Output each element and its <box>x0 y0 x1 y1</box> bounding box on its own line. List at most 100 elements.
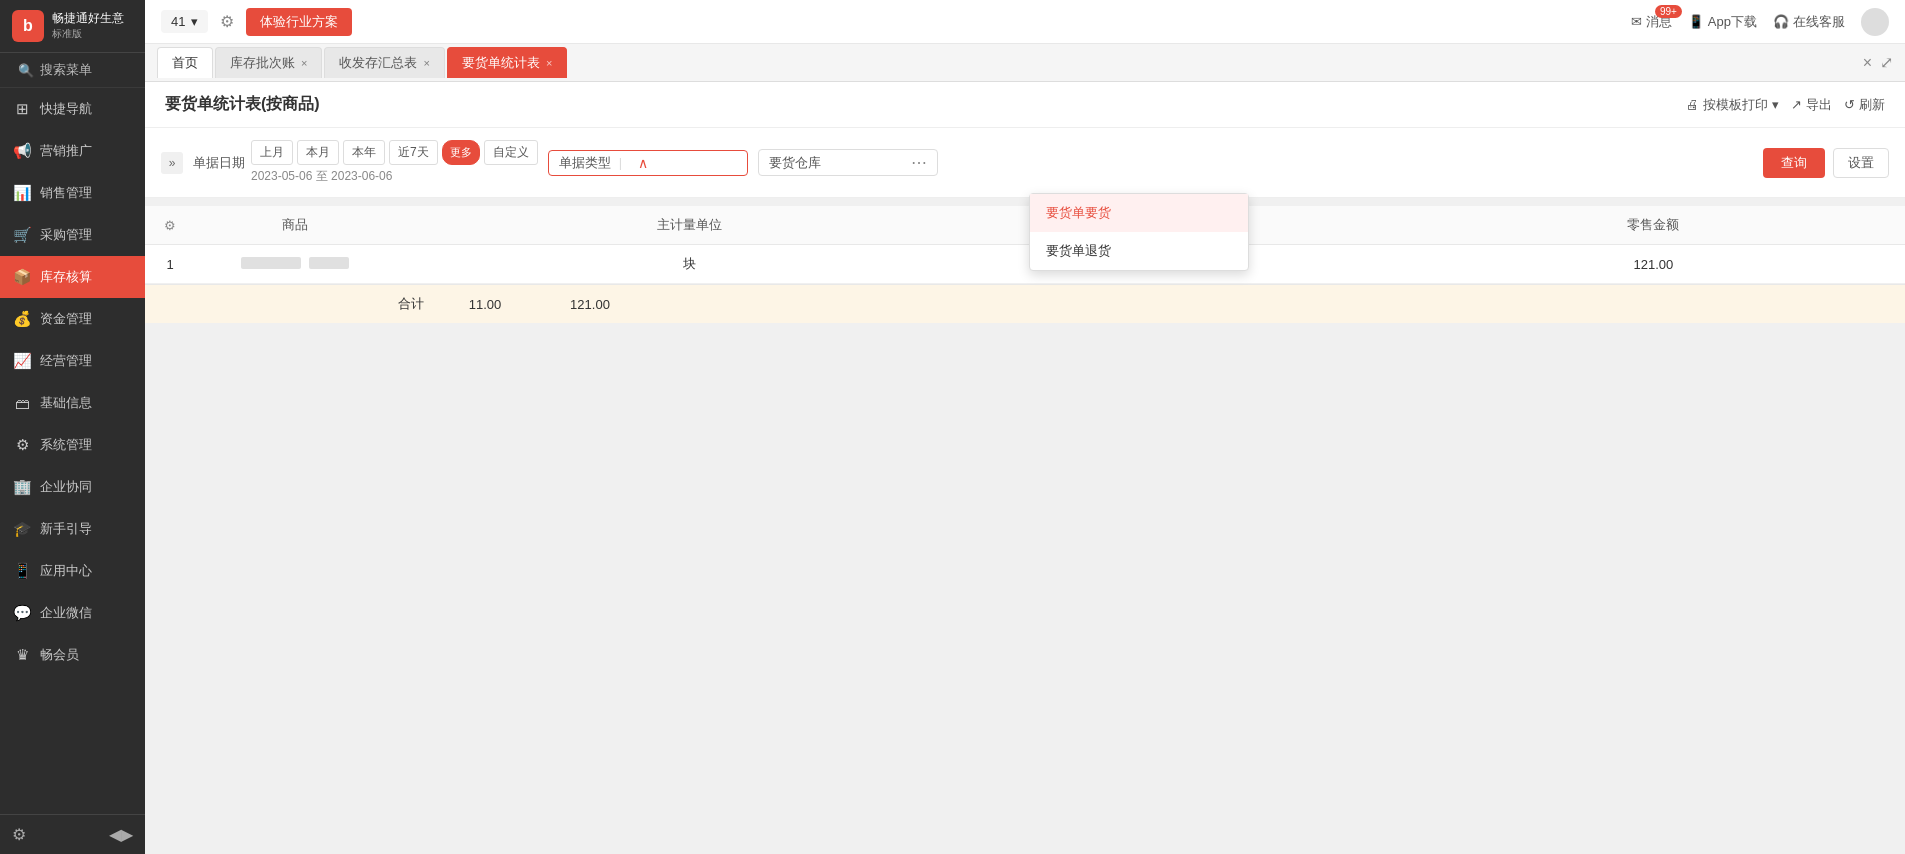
tab-requisition-summary[interactable]: 要货单统计表 × <box>447 47 567 78</box>
product-placeholder-2 <box>309 257 349 269</box>
custom-date-btn[interactable]: 自定义 <box>484 140 538 165</box>
warehouse-label: 要货仓库 <box>769 154 821 172</box>
col-header-product: 商品 <box>195 206 395 245</box>
print-chevron-icon: ▾ <box>1772 97 1779 112</box>
print-icon: 🖨 <box>1686 97 1699 112</box>
date-range-display: 2023-05-06 至 2023-06-06 <box>251 168 538 185</box>
topbar-gear-icon[interactable]: ⚙ <box>220 12 234 31</box>
settings-bottom-icon[interactable]: ⚙ <box>12 825 26 844</box>
sidebar-item-basic[interactable]: 🗃 基础信息 <box>0 382 145 424</box>
close-window-icon[interactable]: × <box>1863 54 1872 72</box>
dropdown-item-requisition-order[interactable]: 要货单要货 <box>1030 194 1248 232</box>
marketing-icon: 📢 <box>12 141 32 161</box>
sidebar-item-marketing[interactable]: 📢 营销推广 <box>0 130 145 172</box>
table-settings-icon[interactable]: ⚙ <box>164 218 176 233</box>
dropdown-item-requisition-return[interactable]: 要货单退货 <box>1030 232 1248 270</box>
main-area: 41 ▾ ⚙ 体验行业方案 ✉ 消息 99+ 📱 App下载 🎧 在线客服 <box>145 0 1905 854</box>
type-chevron-icon[interactable]: ∧ <box>638 155 648 171</box>
date-label: 单据日期 <box>193 154 245 172</box>
sidebar-logo: b 畅捷通好生意 标准版 <box>0 0 145 53</box>
sidebar-item-purchase[interactable]: 🛒 采购管理 <box>0 214 145 256</box>
product-placeholder-1 <box>241 257 301 269</box>
collapse-icon[interactable]: ◀▶ <box>109 825 133 844</box>
sidebar-item-system[interactable]: ⚙ 系统管理 <box>0 424 145 466</box>
sidebar-item-operations[interactable]: 📈 经营管理 <box>0 340 145 382</box>
sidebar-footer: ⚙ ◀▶ <box>0 814 145 854</box>
basic-icon: 🗃 <box>12 393 32 413</box>
filter-expand-button[interactable]: » <box>161 152 183 174</box>
this-month-btn[interactable]: 本月 <box>297 140 339 165</box>
sidebar-item-sales[interactable]: 📊 销售管理 <box>0 172 145 214</box>
download-icon: 📱 <box>1688 14 1704 29</box>
cell-amount: 121.00 <box>1402 245 1905 284</box>
search-menu[interactable]: 🔍 搜索菜单 <box>0 53 145 88</box>
expand-window-icon[interactable]: ⤢ <box>1880 53 1893 72</box>
company-selector[interactable]: 41 ▾ <box>161 10 208 33</box>
topbar-left: 41 ▾ ⚙ 体验行业方案 <box>161 8 352 36</box>
col-header-settings[interactable]: ⚙ <box>145 206 195 245</box>
tabs-bar: 首页 库存批次账 × 收发存汇总表 × 要货单统计表 × × ⤢ <box>145 44 1905 82</box>
online-service-button[interactable]: 🎧 在线客服 <box>1773 13 1845 31</box>
close-requisition-icon[interactable]: × <box>546 57 552 69</box>
total-amount: 121.00 <box>535 297 645 312</box>
more-date-btn[interactable]: 更多 <box>442 140 480 165</box>
table-container: ⚙ 商品 主计量单位 主数量 零售金额 <box>145 206 1905 284</box>
messages-button[interactable]: ✉ 消息 99+ <box>1631 13 1672 31</box>
sidebar-item-quick-nav[interactable]: ⊞ 快捷导航 <box>0 88 145 130</box>
operations-icon: 📈 <box>12 351 32 371</box>
cell-product <box>195 245 395 284</box>
refresh-button[interactable]: ↺ 刷新 <box>1844 96 1885 114</box>
sidebar-item-guide[interactable]: 🎓 新手引导 <box>0 508 145 550</box>
last-7-days-btn[interactable]: 近7天 <box>389 140 438 165</box>
col-header-amount: 零售金额 <box>1402 206 1905 245</box>
sidebar-item-inventory[interactable]: 📦 库存核算 <box>0 256 145 298</box>
table-row: 1 块 11.00 121.00 <box>145 245 1905 284</box>
page-title: 要货单统计表(按商品) <box>165 94 320 115</box>
filter-type-group: 单据类型 | ∧ 要货单要货 要货单退货 <box>548 150 748 176</box>
promo-button[interactable]: 体验行业方案 <box>246 8 352 36</box>
close-batch-account-icon[interactable]: × <box>301 57 307 69</box>
sidebar-item-enterprise[interactable]: 🏢 企业协同 <box>0 466 145 508</box>
message-icon: ✉ <box>1631 14 1642 29</box>
this-year-btn[interactable]: 本年 <box>343 140 385 165</box>
type-divider: | <box>619 155 622 170</box>
total-row: 合计 11.00 121.00 <box>145 284 1905 323</box>
sidebar-item-wechat[interactable]: 💬 企业微信 <box>0 592 145 634</box>
filter-date-group: 单据日期 上月 本月 本年 近7天 更多 自定义 2023-05-06 至 20… <box>193 140 538 185</box>
app-center-icon: 📱 <box>12 561 32 581</box>
sidebar-nav: ⊞ 快捷导航 📢 营销推广 📊 销售管理 🛒 采购管理 📦 库存核算 💰 资金管… <box>0 88 145 814</box>
sidebar-item-finance[interactable]: 💰 资金管理 <box>0 298 145 340</box>
tab-home[interactable]: 首页 <box>157 47 213 78</box>
sidebar-item-app-center[interactable]: 📱 应用中心 <box>0 550 145 592</box>
app-name: 畅捷通好生意 <box>52 11 124 27</box>
cell-index: 1 <box>145 245 195 284</box>
search-icon: 🔍 <box>18 63 34 78</box>
table-header-row: ⚙ 商品 主计量单位 主数量 零售金额 <box>145 206 1905 245</box>
app-sub: 标准版 <box>52 27 124 41</box>
total-quantity: 11.00 <box>435 297 535 312</box>
page-header: 要货单统计表(按商品) 🖨 按模板打印 ▾ ↗ 导出 ↺ 刷新 <box>145 82 1905 128</box>
user-avatar[interactable] <box>1861 8 1889 36</box>
topbar-right: ✉ 消息 99+ 📱 App下载 🎧 在线客服 <box>1631 8 1889 36</box>
sales-icon: 📊 <box>12 183 32 203</box>
settings-button[interactable]: 设置 <box>1833 148 1889 178</box>
tab-batch-account[interactable]: 库存批次账 × <box>215 47 322 78</box>
sidebar-item-vip[interactable]: ♛ 畅会员 <box>0 634 145 676</box>
type-label: 单据类型 <box>559 154 611 172</box>
last-month-btn[interactable]: 上月 <box>251 140 293 165</box>
warehouse-more-icon[interactable]: ⋯ <box>911 153 927 172</box>
date-buttons: 上月 本月 本年 近7天 更多 自定义 <box>251 140 538 165</box>
filter-warehouse-group: 要货仓库 ⋯ <box>758 149 938 176</box>
wechat-icon: 💬 <box>12 603 32 623</box>
vip-icon: ♛ <box>12 645 32 665</box>
close-collection-icon[interactable]: × <box>423 57 429 69</box>
page-content: 要货单统计表(按商品) 🖨 按模板打印 ▾ ↗ 导出 ↺ 刷新 <box>145 82 1905 854</box>
expand-icon: » <box>169 156 176 170</box>
print-button[interactable]: 🖨 按模板打印 ▾ <box>1686 96 1779 114</box>
enterprise-icon: 🏢 <box>12 477 32 497</box>
app-download-button[interactable]: 📱 App下载 <box>1688 13 1757 31</box>
query-button[interactable]: 查询 <box>1763 148 1825 178</box>
cell-unit: 块 <box>395 245 984 284</box>
export-button[interactable]: ↗ 导出 <box>1791 96 1832 114</box>
tab-collection-summary[interactable]: 收发存汇总表 × <box>324 47 444 78</box>
